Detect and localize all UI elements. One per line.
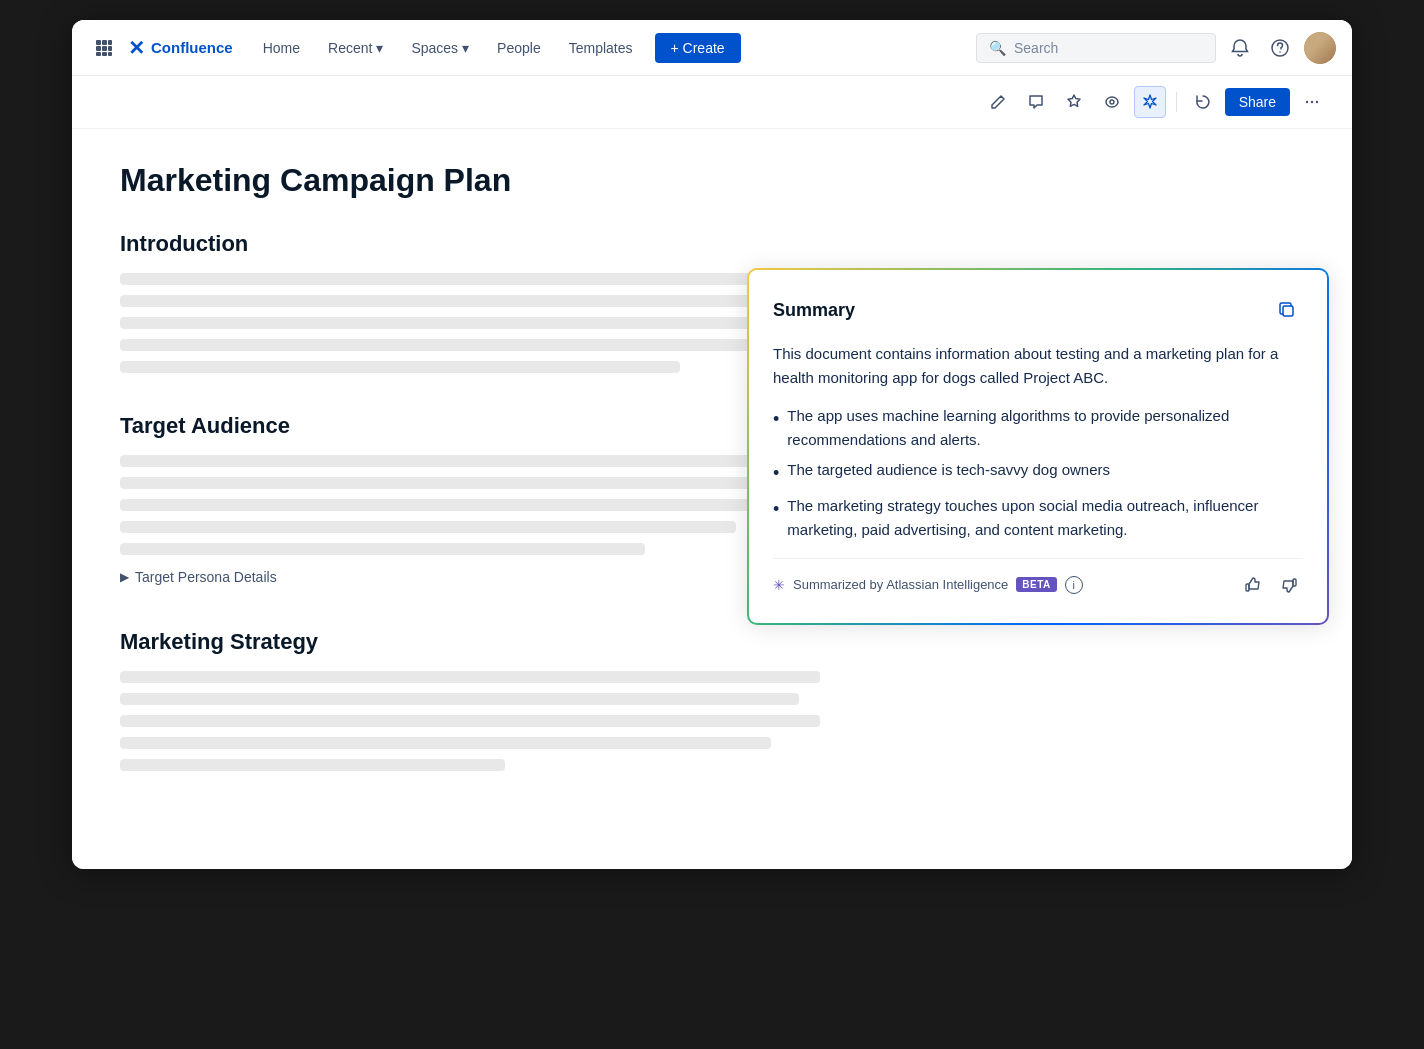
svg-rect-7 xyxy=(102,52,107,56)
section-marketing-strategy: Marketing Strategy xyxy=(120,629,820,771)
summary-bullet-3: The marketing strategy touches upon soci… xyxy=(773,494,1303,542)
comment-icon[interactable] xyxy=(1020,86,1052,118)
thumbs-down-button[interactable] xyxy=(1275,571,1303,599)
skeleton-line xyxy=(120,715,820,727)
svg-point-14 xyxy=(1311,101,1313,103)
share-button[interactable]: Share xyxy=(1225,88,1290,116)
info-icon[interactable]: i xyxy=(1065,576,1083,594)
search-icon: 🔍 xyxy=(989,40,1006,56)
avatar-image xyxy=(1304,32,1336,64)
chevron-right-icon: ▶ xyxy=(120,570,129,584)
svg-rect-4 xyxy=(102,46,107,51)
nav-people[interactable]: People xyxy=(487,34,551,62)
skeleton-line xyxy=(120,693,799,705)
star-icon[interactable] xyxy=(1058,86,1090,118)
skeleton-line xyxy=(120,455,820,467)
svg-rect-2 xyxy=(108,40,112,45)
summary-title: Summary xyxy=(773,300,855,321)
summary-footer: ✳ Summarized by Atlassian Intelligence B… xyxy=(773,558,1303,599)
svg-rect-0 xyxy=(96,40,101,45)
main-content: Marketing Campaign Plan Introduction Tar… xyxy=(72,129,1352,869)
copy-icon[interactable] xyxy=(1271,294,1303,326)
svg-rect-17 xyxy=(1246,584,1249,591)
nav-spaces[interactable]: Spaces ▾ xyxy=(401,34,479,62)
skeleton-line xyxy=(120,499,820,511)
expand-label: Target Persona Details xyxy=(135,569,277,585)
doc-toolbar: Share xyxy=(72,76,1352,129)
summary-card-header: Summary xyxy=(773,294,1303,326)
watch-icon[interactable] xyxy=(1096,86,1128,118)
skeleton-line xyxy=(120,477,785,489)
svg-point-12 xyxy=(1110,100,1114,104)
skeleton-line xyxy=(120,273,820,285)
nav-templates[interactable]: Templates xyxy=(559,34,643,62)
summary-footer-right xyxy=(1239,571,1303,599)
svg-point-11 xyxy=(1106,97,1118,107)
svg-rect-3 xyxy=(96,46,101,51)
toolbar-divider xyxy=(1176,92,1177,112)
edit-icon[interactable] xyxy=(982,86,1014,118)
beta-badge: BETA xyxy=(1016,577,1056,592)
help-icon[interactable] xyxy=(1264,32,1296,64)
more-options-icon[interactable] xyxy=(1296,86,1328,118)
doc-body: Marketing Campaign Plan Introduction Tar… xyxy=(120,161,820,837)
skeleton-line xyxy=(120,737,771,749)
avatar[interactable] xyxy=(1304,32,1336,64)
expand-target-persona[interactable]: ▶ Target Persona Details xyxy=(120,565,820,589)
svg-point-13 xyxy=(1306,101,1308,103)
summary-footer-text: Summarized by Atlassian Intelligence xyxy=(793,577,1008,592)
svg-rect-18 xyxy=(1293,579,1296,586)
nav-recent[interactable]: Recent ▾ xyxy=(318,34,393,62)
summary-card-inner: Summary This document contains informati… xyxy=(749,270,1327,623)
svg-point-15 xyxy=(1316,101,1318,103)
search-placeholder: Search xyxy=(1014,40,1058,56)
summary-card: Summary This document contains informati… xyxy=(748,269,1328,624)
thumbs-up-button[interactable] xyxy=(1239,571,1267,599)
skeleton-line xyxy=(120,759,505,771)
svg-rect-1 xyxy=(102,40,107,45)
marketing-heading: Marketing Strategy xyxy=(120,629,820,655)
svg-rect-5 xyxy=(108,46,112,51)
skeleton-line xyxy=(120,671,820,683)
skeleton-line xyxy=(120,339,750,351)
summary-body: This document contains information about… xyxy=(773,342,1303,390)
summary-bullet-1: The app uses machine learning algorithms… xyxy=(773,404,1303,452)
intro-heading: Introduction xyxy=(120,231,820,257)
confluence-logo-icon: ✕ xyxy=(128,36,145,60)
section-introduction: Introduction xyxy=(120,231,820,373)
summary-bullet-2: The targeted audience is tech-savvy dog … xyxy=(773,458,1303,488)
create-button[interactable]: + Create xyxy=(655,33,741,63)
target-heading: Target Audience xyxy=(120,413,820,439)
svg-rect-8 xyxy=(108,52,112,56)
section-target-audience: Target Audience ▶ Target Persona Details xyxy=(120,413,820,589)
skeleton-line xyxy=(120,361,680,373)
confluence-logo[interactable]: ✕ Confluence xyxy=(128,36,233,60)
summary-footer-left: ✳ Summarized by Atlassian Intelligence B… xyxy=(773,576,1083,594)
skeleton-line xyxy=(120,521,736,533)
apps-icon[interactable] xyxy=(88,32,120,64)
svg-rect-6 xyxy=(96,52,101,56)
skeleton-line xyxy=(120,295,785,307)
notifications-icon[interactable] xyxy=(1224,32,1256,64)
skeleton-line xyxy=(120,317,820,329)
history-icon[interactable] xyxy=(1187,86,1219,118)
navbar: ✕ Confluence Home Recent ▾ Spaces ▾ Peop… xyxy=(72,20,1352,76)
summary-bullets: The app uses machine learning algorithms… xyxy=(773,404,1303,542)
svg-point-10 xyxy=(1279,51,1281,53)
skeleton-line xyxy=(120,543,645,555)
svg-rect-16 xyxy=(1283,306,1293,316)
doc-title: Marketing Campaign Plan xyxy=(120,161,820,199)
ai-footer-icon: ✳ xyxy=(773,577,785,593)
search-box[interactable]: 🔍 Search xyxy=(976,33,1216,63)
nav-home[interactable]: Home xyxy=(253,34,310,62)
confluence-logo-text: Confluence xyxy=(151,39,233,56)
ai-icon[interactable] xyxy=(1134,86,1166,118)
